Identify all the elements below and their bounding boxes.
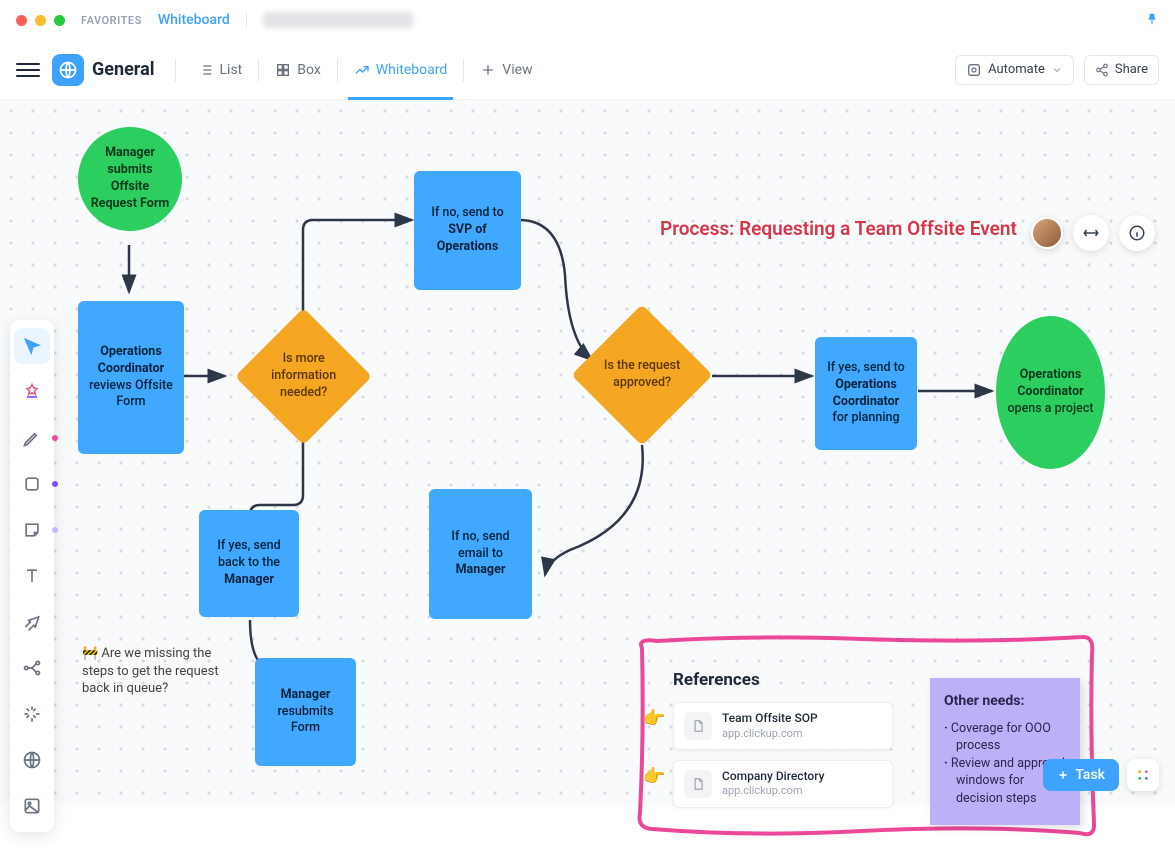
- view-tabs: List Box Whiteboard View: [184, 40, 547, 100]
- tab-label: View: [502, 62, 532, 78]
- node-review[interactable]: Operations Coordinator reviews Offsite F…: [78, 301, 184, 454]
- node-text: Manager submits Offsite Request Form: [88, 145, 172, 213]
- close-window-icon[interactable]: [16, 15, 27, 26]
- space-title[interactable]: General: [92, 59, 155, 80]
- window-chrome: FAVORITES Whiteboard: [0, 0, 1175, 40]
- node-svp[interactable]: If no, send to SVP of Operations: [414, 171, 521, 290]
- pointer-emoji-icon: 👉: [643, 766, 665, 787]
- automate-button[interactable]: Automate: [955, 55, 1074, 85]
- canvas-comment[interactable]: 🚧 Are we missing the steps to get the re…: [82, 645, 222, 698]
- redacted-title: [263, 12, 413, 28]
- menu-icon[interactable]: [16, 63, 40, 77]
- sticky-note[interactable]: Other needs: Coverage for OOO process Re…: [930, 678, 1080, 825]
- tab-label: List: [220, 62, 243, 78]
- web-embed-tool[interactable]: [14, 742, 50, 778]
- ai-shapes-tool[interactable]: [14, 374, 50, 410]
- favorite-whiteboard-link[interactable]: Whiteboard: [158, 12, 230, 28]
- node-resubmit[interactable]: Manager resubmits Form: [255, 658, 356, 766]
- fit-width-button[interactable]: [1073, 215, 1109, 251]
- add-task-button[interactable]: Task: [1043, 759, 1119, 791]
- sticky-note-tool[interactable]: [14, 512, 50, 548]
- cursor-tool[interactable]: [14, 328, 50, 364]
- references-heading: References: [673, 670, 893, 690]
- tab-add-view[interactable]: View: [466, 40, 546, 100]
- node-to-ops[interactable]: If yes, send to Operations Coordinator f…: [815, 337, 917, 450]
- tab-label: Whiteboard: [376, 62, 448, 78]
- text-tool[interactable]: [14, 558, 50, 594]
- tab-list[interactable]: List: [184, 40, 257, 100]
- node-send-back[interactable]: If yes, send back to the Manager: [199, 510, 299, 617]
- pin-icon[interactable]: [1145, 11, 1159, 30]
- whiteboard-canvas[interactable]: Process: Requesting a Team Offsite Event…: [0, 100, 1175, 805]
- doc-icon: [684, 770, 712, 798]
- minimize-window-icon[interactable]: [35, 15, 46, 26]
- process-title[interactable]: Process: Requesting a Team Offsite Event: [660, 217, 1017, 240]
- references-panel: References 👉 Team Offsite SOPapp.clickup…: [673, 670, 893, 818]
- plus-icon: [1057, 769, 1069, 781]
- reference-card[interactable]: Team Offsite SOPapp.clickup.com: [673, 702, 893, 750]
- shape-tool[interactable]: [14, 466, 50, 502]
- pen-tool[interactable]: [14, 420, 50, 456]
- node-start[interactable]: Manager submits Offsite Request Form: [78, 127, 182, 231]
- main-toolbar: General List Box Whiteboard View Automat…: [0, 40, 1175, 100]
- space-icon[interactable]: [52, 54, 84, 86]
- share-icon: [1095, 63, 1109, 77]
- sticky-heading: Other needs:: [944, 692, 1066, 712]
- node-email-no[interactable]: If no, send email to Manager: [429, 489, 532, 619]
- apps-button[interactable]: [1127, 759, 1159, 791]
- sticky-item: Coverage for OOO process: [956, 720, 1066, 755]
- node-opens-project[interactable]: Operations Coordinator opens a project: [996, 316, 1105, 469]
- info-button[interactable]: [1119, 215, 1155, 251]
- pointer-emoji-icon: 👉: [643, 708, 665, 729]
- tab-whiteboard[interactable]: Whiteboard: [340, 40, 462, 100]
- connector-tool[interactable]: [14, 604, 50, 640]
- maximize-window-icon[interactable]: [54, 15, 65, 26]
- sparkle-tool[interactable]: [14, 696, 50, 732]
- share-button[interactable]: Share: [1084, 55, 1159, 85]
- task-button-label: Task: [1075, 767, 1105, 783]
- image-tool[interactable]: [14, 788, 50, 824]
- share-label: Share: [1115, 62, 1148, 77]
- tab-box[interactable]: Box: [261, 40, 335, 100]
- tool-rail: [10, 320, 54, 832]
- tab-label: Box: [297, 62, 321, 78]
- automate-label: Automate: [988, 62, 1045, 77]
- user-avatar[interactable]: [1031, 217, 1063, 249]
- chevron-down-icon: [1051, 64, 1063, 76]
- traffic-lights[interactable]: [16, 15, 65, 26]
- doc-icon: [684, 712, 712, 740]
- favorites-label: FAVORITES: [81, 14, 142, 27]
- reference-card[interactable]: Company Directoryapp.clickup.com: [673, 760, 893, 808]
- mindmap-tool[interactable]: [14, 650, 50, 686]
